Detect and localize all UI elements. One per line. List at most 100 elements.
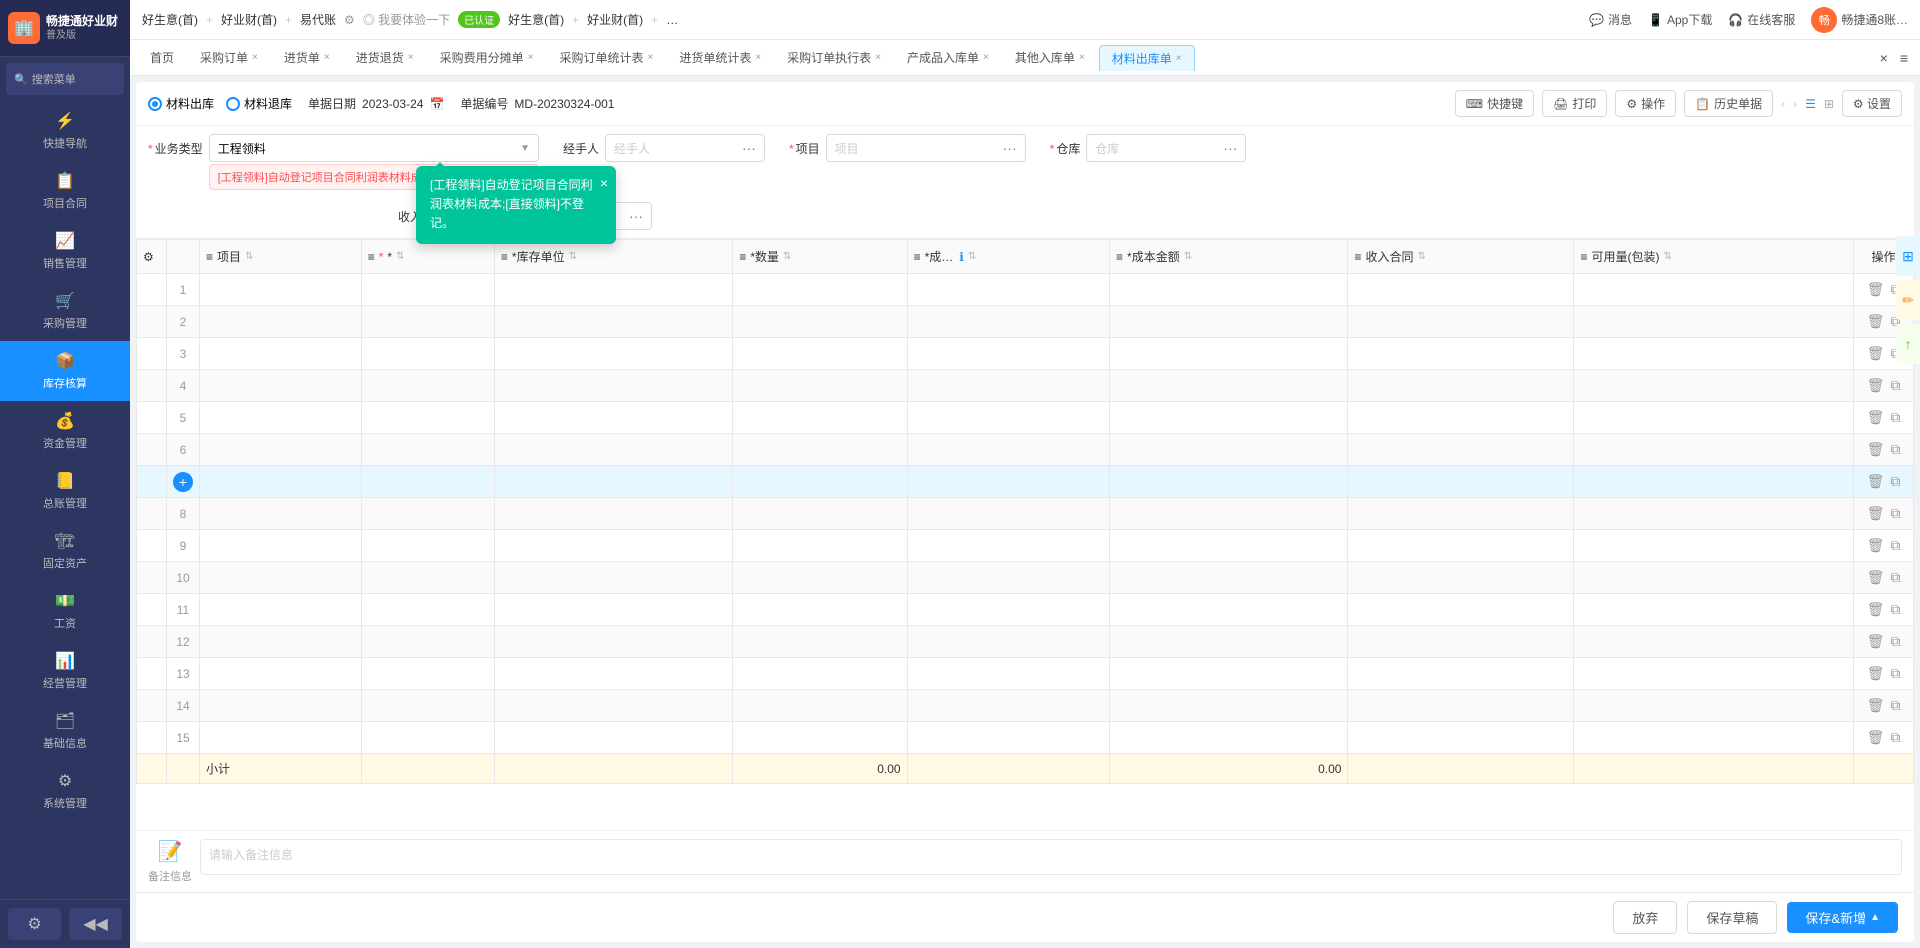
nav-haoshengyi[interactable]: 好生意(首) <box>142 11 198 28</box>
delete-row-btn[interactable]: 🗑 <box>1867 505 1885 522</box>
tab-purchase-order[interactable]: 采购订单 × <box>188 45 270 70</box>
tab-incoming[interactable]: 进货单 × <box>272 45 342 70</box>
tooltip-close-btn[interactable]: × <box>600 172 608 194</box>
copy-row-btn[interactable]: ⧉ <box>1890 569 1900 586</box>
delete-row-btn[interactable]: 🗑 <box>1867 281 1885 298</box>
view-list-btn[interactable]: ☰ <box>1805 97 1816 111</box>
collapse-btn[interactable]: ◀◀ <box>69 908 122 940</box>
delete-row-btn[interactable]: 🗑 <box>1867 441 1885 458</box>
row-income-contract[interactable] <box>1348 274 1574 306</box>
delete-row-btn[interactable]: 🗑 <box>1867 697 1885 714</box>
nav-yidaizhang[interactable]: 易代账 <box>300 11 336 28</box>
project-input[interactable]: 项目 ··· <box>826 134 1026 162</box>
history-btn[interactable]: 📋 历史单据 <box>1684 90 1773 117</box>
warehouse-input[interactable]: 仓库 ··· <box>1086 134 1246 162</box>
tab-close-incoming-stat[interactable]: × <box>755 52 761 63</box>
user-avatar[interactable]: 畅 畅捷通8账… <box>1811 7 1908 33</box>
tab-product-storage[interactable]: 产成品入库单 × <box>895 45 1001 70</box>
add-row[interactable]: + 🗑⧉ <box>137 466 1914 498</box>
tab-close-incoming[interactable]: × <box>324 52 330 63</box>
delete-row-btn[interactable]: 🗑 <box>1867 537 1885 554</box>
col-material[interactable]: ≡ * * ⇅ <box>361 240 494 274</box>
tab-close-incoming-return[interactable]: × <box>408 52 414 63</box>
copy-row-btn[interactable]: ⧉ <box>1890 473 1900 490</box>
shortcut-btn[interactable]: ⌨ 快捷键 <box>1455 90 1534 117</box>
nav-more[interactable]: … <box>666 13 678 27</box>
row-available-qty[interactable] <box>1574 274 1854 306</box>
edge-tool-1[interactable]: ⊞ <box>1896 236 1920 276</box>
radio-material-out[interactable]: 材料出库 <box>148 95 214 112</box>
col-unit[interactable]: ≡ *库存单位 ⇅ <box>494 240 732 274</box>
tab-close-purchase-stat[interactable]: × <box>647 52 653 63</box>
delete-row-btn[interactable]: 🗑 <box>1867 377 1885 394</box>
settings-bottom-btn[interactable]: ⚙ <box>8 908 61 940</box>
view-card-btn[interactable]: ⊞ <box>1824 97 1834 111</box>
edge-tool-3[interactable]: ↑ <box>1896 324 1920 364</box>
tab-incoming-return[interactable]: 进货退货 × <box>344 45 426 70</box>
tab-close-purchase-fee[interactable]: × <box>528 52 534 63</box>
row-project[interactable] <box>200 274 362 306</box>
col-cost-amount[interactable]: ≡ *成本金额 ⇅ <box>1110 240 1348 274</box>
tab-close-purchase-order[interactable]: × <box>252 52 258 63</box>
save-draft-btn[interactable]: 保存草稿 <box>1687 901 1777 934</box>
row-material[interactable] <box>361 274 494 306</box>
copy-row-btn[interactable]: ⧉ <box>1890 697 1900 714</box>
col-available-qty[interactable]: ≡ 可用量(包装) ⇅ <box>1574 240 1854 274</box>
sidebar-item-base[interactable]: 🗂 基础信息 <box>0 701 130 761</box>
discard-btn[interactable]: 放弃 <box>1613 901 1677 934</box>
date-value[interactable]: 2023-03-24 <box>362 97 423 111</box>
sidebar-item-salary[interactable]: 💵 工资 <box>0 581 130 641</box>
row-quantity[interactable] <box>733 274 907 306</box>
copy-row-btn[interactable]: ⧉ <box>1890 729 1900 746</box>
online-service-btn[interactable]: 🎧 在线客服 <box>1728 11 1795 28</box>
add-row-btn[interactable]: + <box>173 472 193 492</box>
tab-close-product-storage[interactable]: × <box>983 52 989 63</box>
sidebar-item-project[interactable]: 📋 项目合同 <box>0 161 130 221</box>
copy-row-btn[interactable]: ⧉ <box>1890 537 1900 554</box>
tab-incoming-stat[interactable]: 进货单统计表 × <box>667 45 773 70</box>
business-type-input[interactable]: 工程领料 ▼ <box>209 134 539 162</box>
sidebar-item-ledger[interactable]: 📒 总账管理 <box>0 461 130 521</box>
agent-lookup-icon[interactable]: ··· <box>742 140 756 156</box>
col-settings[interactable]: ⚙ <box>137 240 167 274</box>
tab-purchase-exec[interactable]: 采购订单执行表 × <box>775 45 893 70</box>
nav-experience[interactable]: ◎ 我要体验一下 <box>363 11 450 28</box>
delete-row-btn[interactable]: 🗑 <box>1867 729 1885 746</box>
sidebar-item-sales[interactable]: 📈 销售管理 <box>0 221 130 281</box>
copy-row-btn[interactable]: ⧉ <box>1890 665 1900 682</box>
radio-material-return[interactable]: 材料退库 <box>226 95 292 112</box>
cost-info-icon[interactable]: ℹ <box>959 250 964 264</box>
nav-haoyecai[interactable]: 好业财(首) <box>221 11 277 28</box>
message-btn[interactable]: 💬 消息 <box>1589 11 1632 28</box>
delete-row-btn[interactable]: 🗑 <box>1867 665 1885 682</box>
tab-home[interactable]: 首页 <box>138 45 186 70</box>
app-download-btn[interactable]: 📱 App下载 <box>1648 11 1712 28</box>
tab-purchase-stat[interactable]: 采购订单统计表 × <box>547 45 665 70</box>
row-cost-amount[interactable] <box>1110 274 1348 306</box>
tab-close-material-out[interactable]: × <box>1176 53 1182 64</box>
sidebar-item-assets[interactable]: 🏗 固定资产 <box>0 521 130 581</box>
sidebar-item-finance[interactable]: 💰 资金管理 <box>0 401 130 461</box>
nav-haoshengyi2[interactable]: 好生意(首) <box>508 11 564 28</box>
delete-row-btn[interactable]: 🗑 <box>1867 569 1885 586</box>
tab-purchase-fee[interactable]: 采购费用分摊单 × <box>428 45 546 70</box>
delete-row-btn[interactable]: 🗑 <box>1867 313 1885 330</box>
delete-row-btn[interactable]: 🗑 <box>1867 601 1885 618</box>
tab-close-other-storage[interactable]: × <box>1079 52 1085 63</box>
sidebar-item-inventory[interactable]: 📦 库存核算 <box>0 341 130 401</box>
operations-btn[interactable]: ⚙ 操作 <box>1615 90 1676 117</box>
tab-other-storage[interactable]: 其他入库单 × <box>1003 45 1097 70</box>
agent-input[interactable]: 经手人 ··· <box>605 134 765 162</box>
col-income-contract[interactable]: ≡ 收入合同 ⇅ <box>1348 240 1574 274</box>
col-project[interactable]: ≡ 项目 ⇅ <box>200 240 362 274</box>
notes-input[interactable]: 请输入备注信息 <box>200 839 1902 875</box>
copy-row-btn[interactable]: ⧉ <box>1890 633 1900 650</box>
tab-close-purchase-exec[interactable]: × <box>875 52 881 63</box>
sidebar-item-quicknav[interactable]: ⚡ 快捷导航 <box>0 101 130 161</box>
copy-row-btn[interactable]: ⧉ <box>1890 601 1900 618</box>
tab-material-out[interactable]: 材料出库单 × <box>1099 45 1195 71</box>
col-cost-price[interactable]: ≡ *成… ℹ ⇅ <box>907 240 1109 274</box>
tab-menu-btn[interactable]: ≡ <box>1896 48 1912 68</box>
nav-settings[interactable]: ⚙ <box>344 13 355 27</box>
row-unit[interactable] <box>494 274 732 306</box>
